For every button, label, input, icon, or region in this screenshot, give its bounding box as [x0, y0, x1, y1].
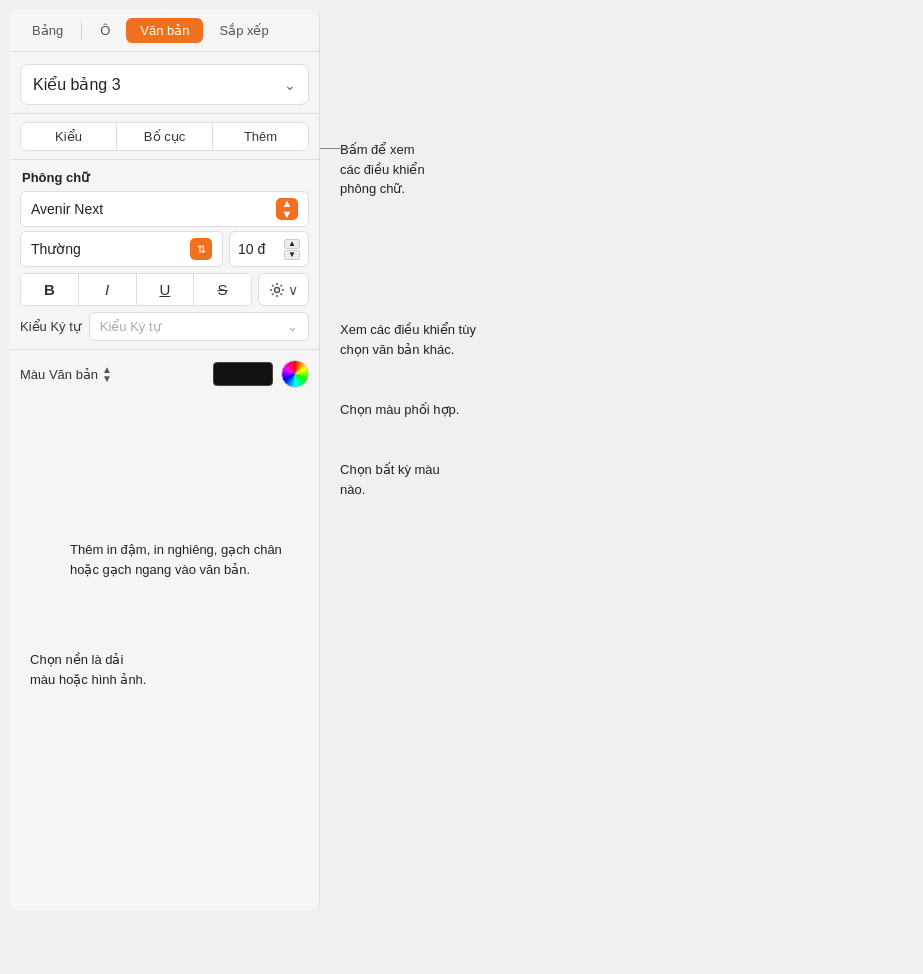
- separator-3: [10, 349, 319, 350]
- annotation-6: Chọn nền là dảimàu hoặc hình ảnh.: [30, 650, 146, 689]
- gear-icon: [269, 282, 285, 298]
- annotation-3: Chọn màu phối hợp.: [340, 400, 459, 420]
- font-name-row: Avenir Next ▲ ▼: [20, 191, 309, 227]
- annotation-4: Chọn bất kỳ màunào.: [340, 460, 440, 499]
- kitu-selector[interactable]: Kiểu Ký tự ⌄: [89, 312, 309, 341]
- font-name-label: Avenir Next: [31, 201, 103, 217]
- tab-divider-1: [81, 23, 82, 39]
- arrow-down-icon: ▼: [282, 209, 293, 220]
- separator-1: [10, 113, 319, 114]
- text-options-button[interactable]: ∨: [258, 273, 309, 306]
- annotations-area: Bấm để xemcác điều khiểnphông chữ. Xem c…: [320, 10, 913, 910]
- tab-sapxep[interactable]: Sắp xếp: [205, 18, 282, 43]
- ann4-text: Chọn bất kỳ màunào.: [340, 462, 440, 497]
- font-section-heading: Phông chữ: [22, 170, 307, 185]
- kitu-placeholder: Kiểu Ký tự: [100, 319, 161, 334]
- bold-button[interactable]: B: [21, 274, 79, 305]
- font-name-stepper[interactable]: ▲ ▼: [276, 198, 298, 220]
- color-label: Màu Văn bản ▲ ▼: [20, 365, 112, 383]
- annotation-5: Thêm in đậm, in nghiêng, gạch chânhoặc g…: [70, 540, 282, 579]
- ann1-text: Bấm để xemcác điều khiểnphông chữ.: [340, 142, 425, 196]
- separator-2: [10, 159, 319, 160]
- ann1-line: [320, 148, 350, 149]
- underline-button[interactable]: U: [137, 274, 195, 305]
- ann6-text: Chọn nền là dảimàu hoặc hình ảnh.: [30, 652, 146, 687]
- tab-o[interactable]: Ô: [86, 18, 124, 43]
- font-size-box[interactable]: 10 đ ▲ ▼: [229, 231, 309, 267]
- font-size-up-btn[interactable]: ▲: [284, 239, 300, 249]
- color-swatch[interactable]: [213, 362, 273, 386]
- ann3-text: Chọn màu phối hợp.: [340, 402, 459, 417]
- font-style-selector[interactable]: Thường ⇅: [20, 231, 223, 267]
- font-name-selector[interactable]: Avenir Next ▲ ▼: [20, 191, 309, 227]
- color-row: Màu Văn bản ▲ ▼: [20, 360, 309, 388]
- sub-tab-them[interactable]: Thêm: [213, 123, 308, 150]
- ann2-text: Xem các điều khiển tùychọn văn bản khác.: [340, 322, 476, 357]
- style-arrows-icon: ⇅: [197, 243, 206, 256]
- sub-tab-kieu[interactable]: Kiểu: [21, 123, 117, 150]
- style-selector[interactable]: Kiểu bảng 3 ⌄: [20, 64, 309, 105]
- text-style-row: B I U S ∨: [20, 273, 309, 306]
- style-name: Kiểu bảng 3: [33, 75, 121, 94]
- sub-tab-bar: Kiểu Bố cục Thêm: [20, 122, 309, 151]
- font-size-label: 10 đ: [238, 241, 265, 257]
- text-style-group: B I U S: [20, 273, 252, 306]
- color-label-text: Màu Văn bản: [20, 367, 98, 382]
- chevron-down-icon: ⌄: [284, 77, 296, 93]
- font-style-stepper[interactable]: ⇅: [190, 238, 212, 260]
- italic-button[interactable]: I: [79, 274, 137, 305]
- inspector-panel: Bảng Ô Văn bản Sắp xếp Kiểu bảng 3 ⌄ Kiể…: [10, 10, 320, 910]
- strikethrough-button[interactable]: S: [194, 274, 251, 305]
- font-size-down-btn[interactable]: ▼: [284, 250, 300, 260]
- font-style-row: Thường ⇅ 10 đ ▲ ▼: [20, 231, 309, 267]
- kitu-label: Kiểu Ký tự: [20, 319, 81, 334]
- font-size-stepper[interactable]: ▲ ▼: [284, 239, 300, 260]
- chevron-small-icon: ∨: [288, 282, 298, 298]
- annotation-1: Bấm để xemcác điều khiểnphông chữ.: [340, 140, 425, 199]
- tab-bang[interactable]: Bảng: [18, 18, 77, 43]
- kitu-row: Kiểu Ký tự Kiểu Ký tự ⌄: [20, 312, 309, 341]
- color-arrows-icon: ▲ ▼: [102, 365, 112, 383]
- tab-bar: Bảng Ô Văn bản Sắp xếp: [10, 10, 319, 52]
- font-style-label: Thường: [31, 241, 81, 257]
- tab-vanban[interactable]: Văn bản: [126, 18, 203, 43]
- svg-point-0: [275, 287, 280, 292]
- kitu-chevron-icon: ⌄: [287, 319, 298, 334]
- sub-tab-bocuc[interactable]: Bố cục: [117, 123, 213, 150]
- color-wheel-button[interactable]: [281, 360, 309, 388]
- annotation-2: Xem các điều khiển tùychọn văn bản khác.: [340, 320, 476, 359]
- ann5-text: Thêm in đậm, in nghiêng, gạch chânhoặc g…: [70, 542, 282, 577]
